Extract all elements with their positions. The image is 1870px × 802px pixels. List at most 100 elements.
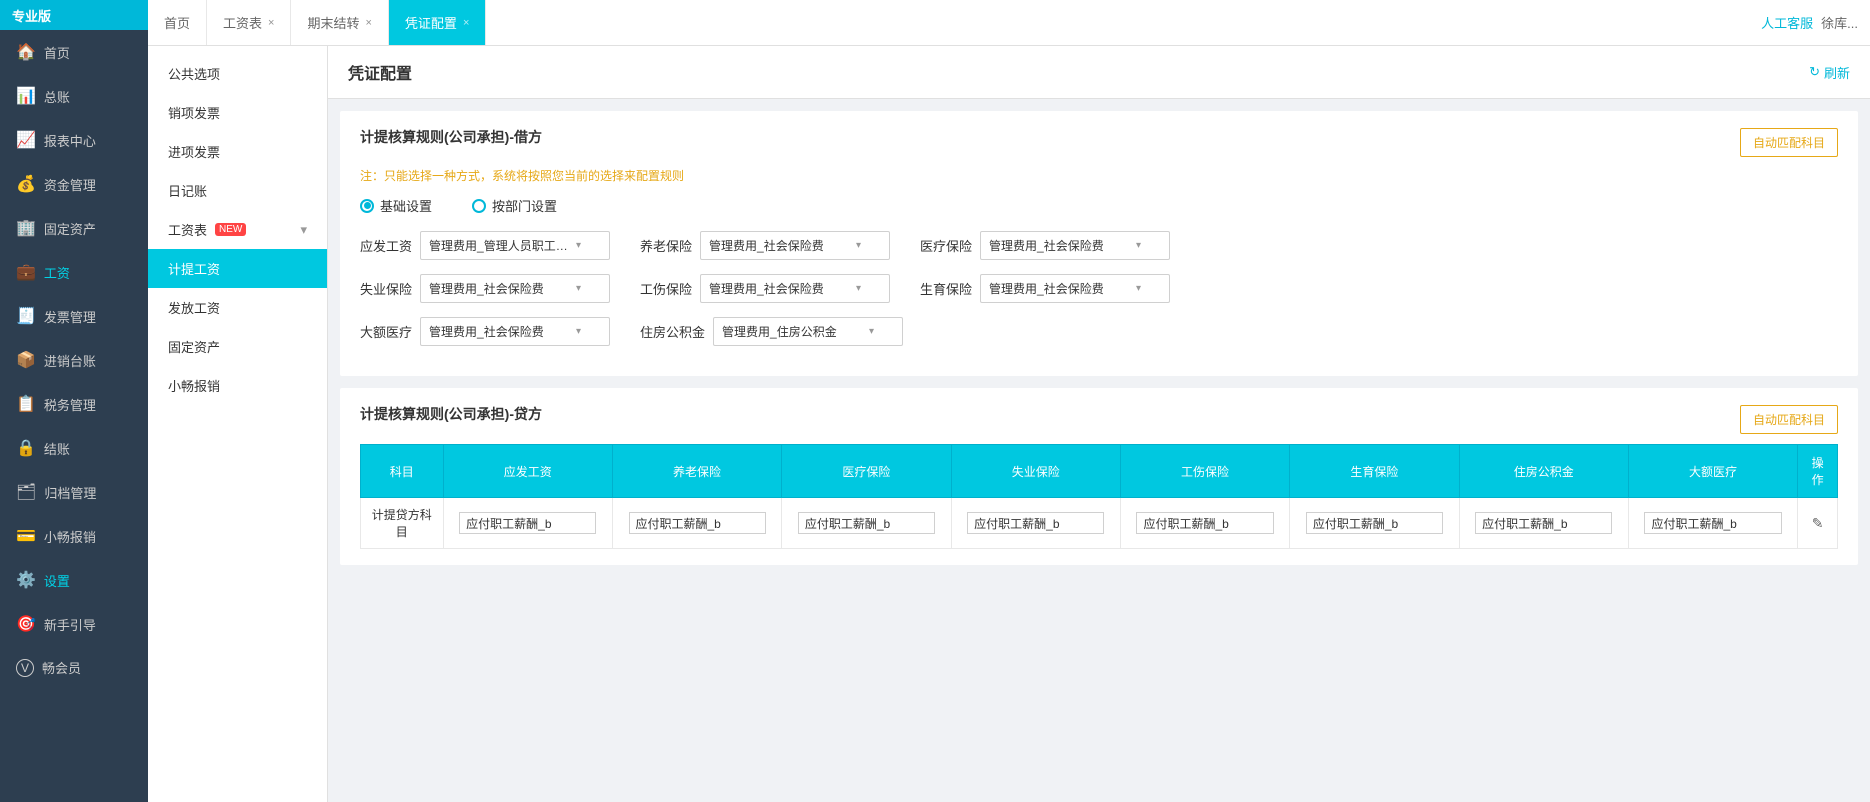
field-major-medical-select[interactable]: 管理费用_社会保险费 ▾ [420,317,610,346]
sidebar-item-invoice[interactable]: 🧾 发票管理 [0,294,148,338]
sidebar-item-member[interactable]: V 畅会员 [0,646,148,689]
sidebar-item-home[interactable]: 🏠 首页 [0,30,148,74]
edit-icon[interactable]: ✎ [1812,515,1824,531]
medical-dropdown-arrow: ▾ [1136,240,1141,251]
capital-icon: 💰 [16,174,36,194]
sidebar-item-salary[interactable]: 💼 工资 [0,250,148,294]
input-medical[interactable] [798,512,935,534]
sidebar-item-tax[interactable]: 📋 税务管理 [0,382,148,426]
field-pension-label: 养老保险 [640,236,692,255]
close-voucher-tab[interactable]: × [463,17,469,29]
field-wages: 应发工资 管理费用_管理人员职工薪酬 ▾ [360,231,610,260]
credit-rules-table: 科目 应发工资 养老保险 医疗保险 失业保险 工伤保险 生育保险 住房公积金 大… [360,444,1838,549]
field-housing-fund-select[interactable]: 管理费用_住房公积金 ▾ [713,317,903,346]
unemployment-dropdown-arrow: ▾ [576,283,581,294]
customer-service[interactable]: 人工客服 [1761,13,1813,32]
col-housing: 住房公积金 [1459,445,1628,498]
major-medical-dropdown-arrow: ▾ [576,326,581,337]
sidebar-item-xiaochang[interactable]: 💳 小畅报销 [0,514,148,558]
sidebar: 专业版 🏠 首页 📊 总账 📈 报表中心 💰 资金管理 🏢 固定资产 💼 工资 … [0,0,148,802]
auto-match-debit-button[interactable]: 自动匹配科目 [1740,128,1838,157]
nav-pay-salary[interactable]: 发放工资 [148,288,327,327]
left-nav: 公共选项 销项发票 进项发票 日记账 工资表 NEW ▾ 计提工资 发放工资 [148,46,328,802]
field-medical-select[interactable]: 管理费用_社会保险费 ▾ [980,231,1170,260]
auto-match-credit-button[interactable]: 自动匹配科目 [1740,405,1838,434]
tab-payroll[interactable]: 工资表 × [207,0,291,45]
payroll-arrow: ▾ [300,222,307,238]
cell-wages-value[interactable] [443,498,612,549]
close-period-tab[interactable]: × [365,17,371,29]
sidebar-item-settings[interactable]: ⚙️ 设置 [0,558,148,602]
input-housing[interactable] [1475,512,1612,534]
nav-sales-invoice[interactable]: 销项发票 [148,93,327,132]
pension-dropdown-arrow: ▾ [856,240,861,251]
col-subject: 科目 [361,445,444,498]
tab-voucher-config[interactable]: 凭证配置 × [389,0,486,45]
report-icon: 📈 [16,130,36,150]
field-housing-fund-label: 住房公积金 [640,322,705,341]
nav-xiaochang-exp[interactable]: 小畅报销 [148,366,327,405]
sidebar-item-close[interactable]: 🔒 结账 [0,426,148,470]
section-credit-rules: 计提核算规则(公司承担)-贷方 自动匹配科目 科目 应发工资 养老保险 医疗保险… [340,388,1858,565]
main-area: 首页 工资表 × 期末结转 × 凭证配置 × 人工客服 徐库... 公共选项 销… [148,0,1870,802]
field-unemployment-select[interactable]: 管理费用_社会保险费 ▾ [420,274,610,303]
topbar-right: 人工客服 徐库... [1761,13,1870,32]
radio-basic-setup[interactable]: 基础设置 [360,196,432,215]
field-pension-select[interactable]: 管理费用_社会保险费 ▾ [700,231,890,260]
col-maternity: 生育保险 [1290,445,1459,498]
section1-notice: 注：只能选择一种方式，系统将按照您当前的选择来配置规则 [360,167,1838,184]
sidebar-item-report[interactable]: 📈 报表中心 [0,118,148,162]
tab-home[interactable]: 首页 [148,0,207,45]
field-work-injury: 工伤保险 管理费用_社会保险费 ▾ [640,274,890,303]
nav-public[interactable]: 公共选项 [148,54,327,93]
section1-header: 计提核算规则(公司承担)-借方 自动匹配科目 [360,127,1838,157]
nav-payroll-table[interactable]: 工资表 NEW ▾ [148,210,327,249]
nav-journal[interactable]: 日记账 [148,171,327,210]
radio-group: 基础设置 按部门设置 [360,196,1838,215]
tab-period-close[interactable]: 期末结转 × [291,0,388,45]
home-icon: 🏠 [16,42,36,62]
field-work-injury-label: 工伤保险 [640,279,692,298]
refresh-button[interactable]: ↻ 刷新 [1809,63,1850,82]
field-maternity-select[interactable]: 管理费用_社会保险费 ▾ [980,274,1170,303]
field-wages-select[interactable]: 管理费用_管理人员职工薪酬 ▾ [420,231,610,260]
settings-icon: ⚙️ [16,570,36,590]
cell-housing-value[interactable] [1459,498,1628,549]
field-row-3: 大额医疗 管理费用_社会保险费 ▾ 住房公积金 管理费用_住房公积金 ▾ [360,317,1838,346]
radio-dept-setup[interactable]: 按部门设置 [472,196,557,215]
input-wages[interactable] [459,512,596,534]
maternity-dropdown-arrow: ▾ [1136,283,1141,294]
username-display: 徐库... [1821,13,1858,32]
cell-pension-value[interactable] [612,498,781,549]
field-work-injury-select[interactable]: 管理费用_社会保险费 ▾ [700,274,890,303]
sidebar-item-inventory[interactable]: 📦 进销台账 [0,338,148,382]
section-debit-rules: 计提核算规则(公司承担)-借方 自动匹配科目 注：只能选择一种方式，系统将按照您… [340,111,1858,376]
input-unemployment[interactable] [967,512,1104,534]
input-work-injury[interactable] [1136,512,1273,534]
nav-calc-salary[interactable]: 计提工资 [148,249,327,288]
field-maternity: 生育保险 管理费用_社会保险费 ▾ [920,274,1170,303]
nav-purchase-invoice[interactable]: 进项发票 [148,132,327,171]
cell-action[interactable]: ✎ [1798,498,1838,549]
cell-major-medical-value[interactable] [1628,498,1797,549]
sidebar-item-archive[interactable]: 🗂 归档管理 [0,470,148,514]
close-payroll-tab[interactable]: × [268,17,274,29]
input-maternity[interactable] [1306,512,1443,534]
nav-fixed-assets[interactable]: 固定资产 [148,327,327,366]
field-housing-fund: 住房公积金 管理费用_住房公积金 ▾ [640,317,903,346]
cell-work-injury-value[interactable] [1120,498,1289,549]
sidebar-item-capital[interactable]: 💰 资金管理 [0,162,148,206]
sidebar-item-assets[interactable]: 🏢 固定资产 [0,206,148,250]
cell-medical-value[interactable] [782,498,951,549]
cell-maternity-value[interactable] [1290,498,1459,549]
sidebar-item-ledger[interactable]: 📊 总账 [0,74,148,118]
page-title: 凭证配置 [348,60,412,84]
input-pension[interactable] [629,512,766,534]
field-row-1: 应发工资 管理费用_管理人员职工薪酬 ▾ 养老保险 管理费用_社会保险费 ▾ [360,231,1838,260]
input-major-medical[interactable] [1644,512,1781,534]
cell-unemployment-value[interactable] [951,498,1120,549]
sidebar-item-guide[interactable]: 🎯 新手引导 [0,602,148,646]
ledger-icon: 📊 [16,86,36,106]
wages-dropdown-arrow: ▾ [576,240,581,251]
page-header: 凭证配置 ↻ 刷新 [328,46,1870,99]
